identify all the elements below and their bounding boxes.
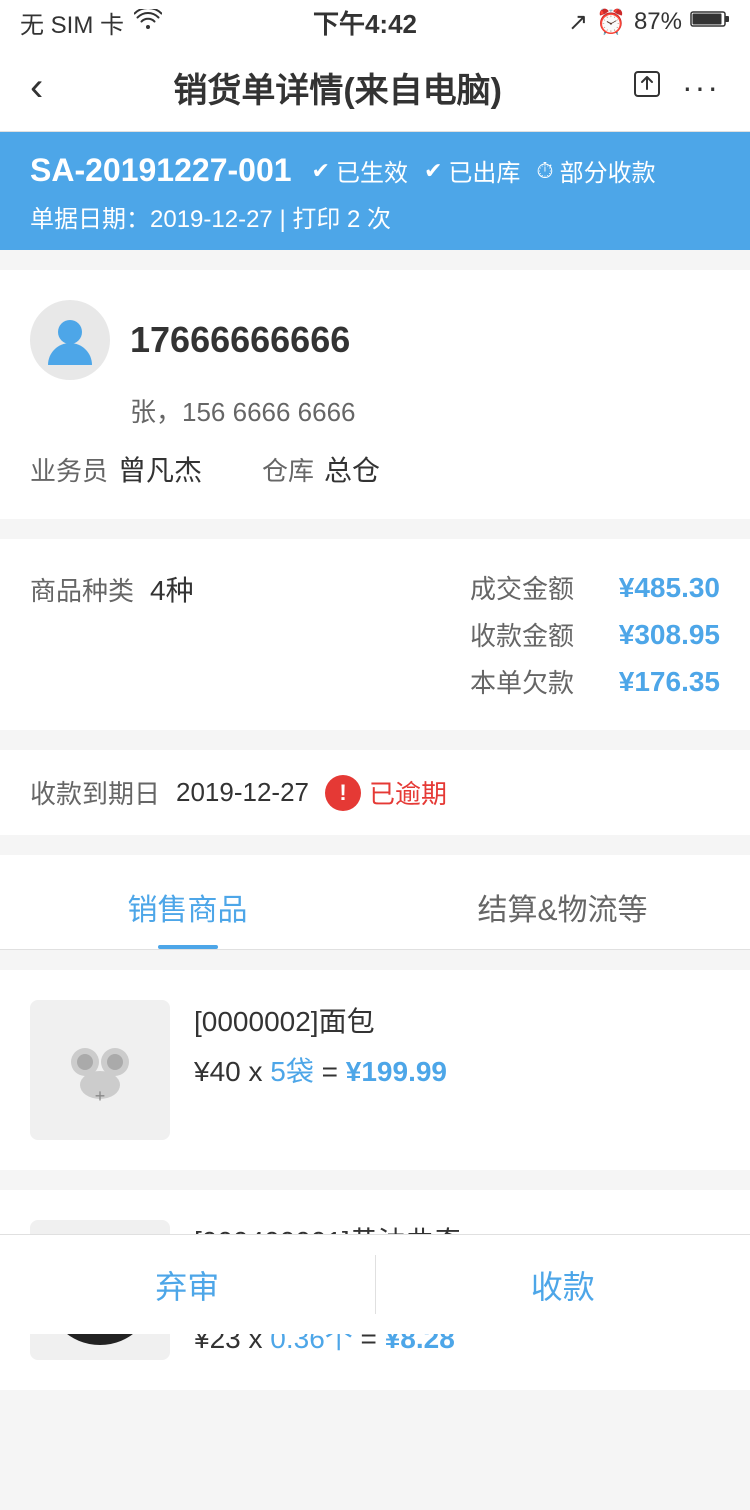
product-name-1: [0000002]面包: [194, 1000, 720, 1040]
header-banner: SA-20191227-001 ✔ 已生效 ✔ 已出库 ⏱ 部分收款 单据日期：…: [0, 132, 750, 250]
staff-info: 业务员 曾凡杰: [30, 449, 202, 489]
share-icon[interactable]: [632, 69, 662, 107]
product-price-row-1: ¥40 x 5袋 = ¥199.99: [194, 1050, 720, 1090]
badge-shipped: ✔ 已出库: [424, 153, 520, 188]
status-time: 下午4:42: [313, 4, 417, 41]
warehouse-info: 仓库 总仓: [262, 449, 380, 489]
badge-effective: ✔ 已生效: [312, 153, 408, 188]
check-icon-1: ✔: [312, 158, 330, 184]
back-button[interactable]: ‹: [30, 65, 43, 110]
svg-text:+: +: [95, 1086, 106, 1106]
avatar: [30, 300, 110, 380]
cancel-button[interactable]: 弃审: [0, 1235, 375, 1334]
wifi-icon: [134, 8, 162, 36]
customer-info-row: 业务员 曾凡杰 仓库 总仓: [30, 449, 720, 489]
order-id: SA-20191227-001: [30, 152, 292, 189]
banner-date: 单据日期：2019-12-27 | 打印 2 次: [30, 199, 720, 234]
battery-text: 87%: [634, 8, 682, 36]
product-info-1: [0000002]面包 ¥40 x 5袋 = ¥199.99: [194, 1000, 720, 1090]
customer-section: 17666666666 张，156 6666 6666 业务员 曾凡杰 仓库 总…: [0, 270, 750, 519]
tab-products[interactable]: 销售商品: [0, 855, 375, 949]
bottom-bar: 弃审 收款: [0, 1234, 750, 1334]
tabs-section: 销售商品 结算&物流等: [0, 855, 750, 950]
status-right: ↗ ⏰ 87%: [568, 8, 730, 37]
due-label: 收款到期日: [30, 774, 160, 811]
status-bar: 无 SIM 卡 下午4:42 ↗ ⏰ 87%: [0, 0, 750, 44]
overdue-icon: !: [325, 775, 361, 811]
status-left: 无 SIM 卡: [20, 5, 162, 40]
due-section: 收款到期日 2019-12-27 ! 已逾期: [0, 750, 750, 835]
no-sim-text: 无 SIM 卡: [20, 5, 124, 40]
stats-left: 商品种类 4种: [30, 569, 470, 609]
tabs-row: 销售商品 结算&物流等: [0, 855, 750, 949]
stats-section: 商品种类 4种 成交金额 ¥485.30 收款金额 ¥308.95 本单欠款 ¥…: [0, 539, 750, 730]
due-date: 2019-12-27: [176, 777, 309, 808]
customer-phone: 17666666666: [130, 319, 350, 361]
tab-settlement[interactable]: 结算&物流等: [375, 855, 750, 949]
stats-right: 成交金额 ¥485.30 收款金额 ¥308.95 本单欠款 ¥176.35: [470, 569, 720, 700]
status-badges: ✔ 已生效 ✔ 已出库 ⏱ 部分收款: [312, 153, 656, 188]
received-amount-row: 收款金额 ¥308.95: [470, 616, 720, 653]
confirm-button[interactable]: 收款: [376, 1235, 750, 1334]
nav-left: ‹: [30, 65, 43, 110]
clock-icon: ⏱: [536, 158, 553, 184]
alarm-icon: ⏰: [596, 8, 626, 37]
check-icon-2: ✔: [424, 158, 442, 184]
table-row: + [0000002]面包 ¥40 x 5袋 = ¥199.99: [0, 970, 750, 1170]
overdue-badge: ! 已逾期: [325, 774, 447, 811]
debt-amount-row: 本单欠款 ¥176.35: [470, 663, 720, 700]
battery-icon: [690, 8, 730, 36]
type-value: 4种: [150, 569, 194, 609]
badge-partial: ⏱ 部分收款: [536, 153, 655, 188]
product-thumb-1: +: [30, 1000, 170, 1140]
type-label: 商品种类: [30, 571, 134, 608]
nav-bar: ‹ 销货单详情(来自电脑) ···: [0, 44, 750, 132]
nav-right: ···: [632, 69, 720, 107]
page-title: 销货单详情(来自电脑): [173, 63, 502, 112]
overdue-text: 已逾期: [369, 774, 447, 811]
deal-amount-row: 成交金额 ¥485.30: [470, 569, 720, 606]
location-icon: ↗: [568, 8, 588, 37]
more-icon[interactable]: ···: [682, 69, 720, 106]
customer-name-phone: 张，156 6666 6666: [30, 392, 720, 429]
